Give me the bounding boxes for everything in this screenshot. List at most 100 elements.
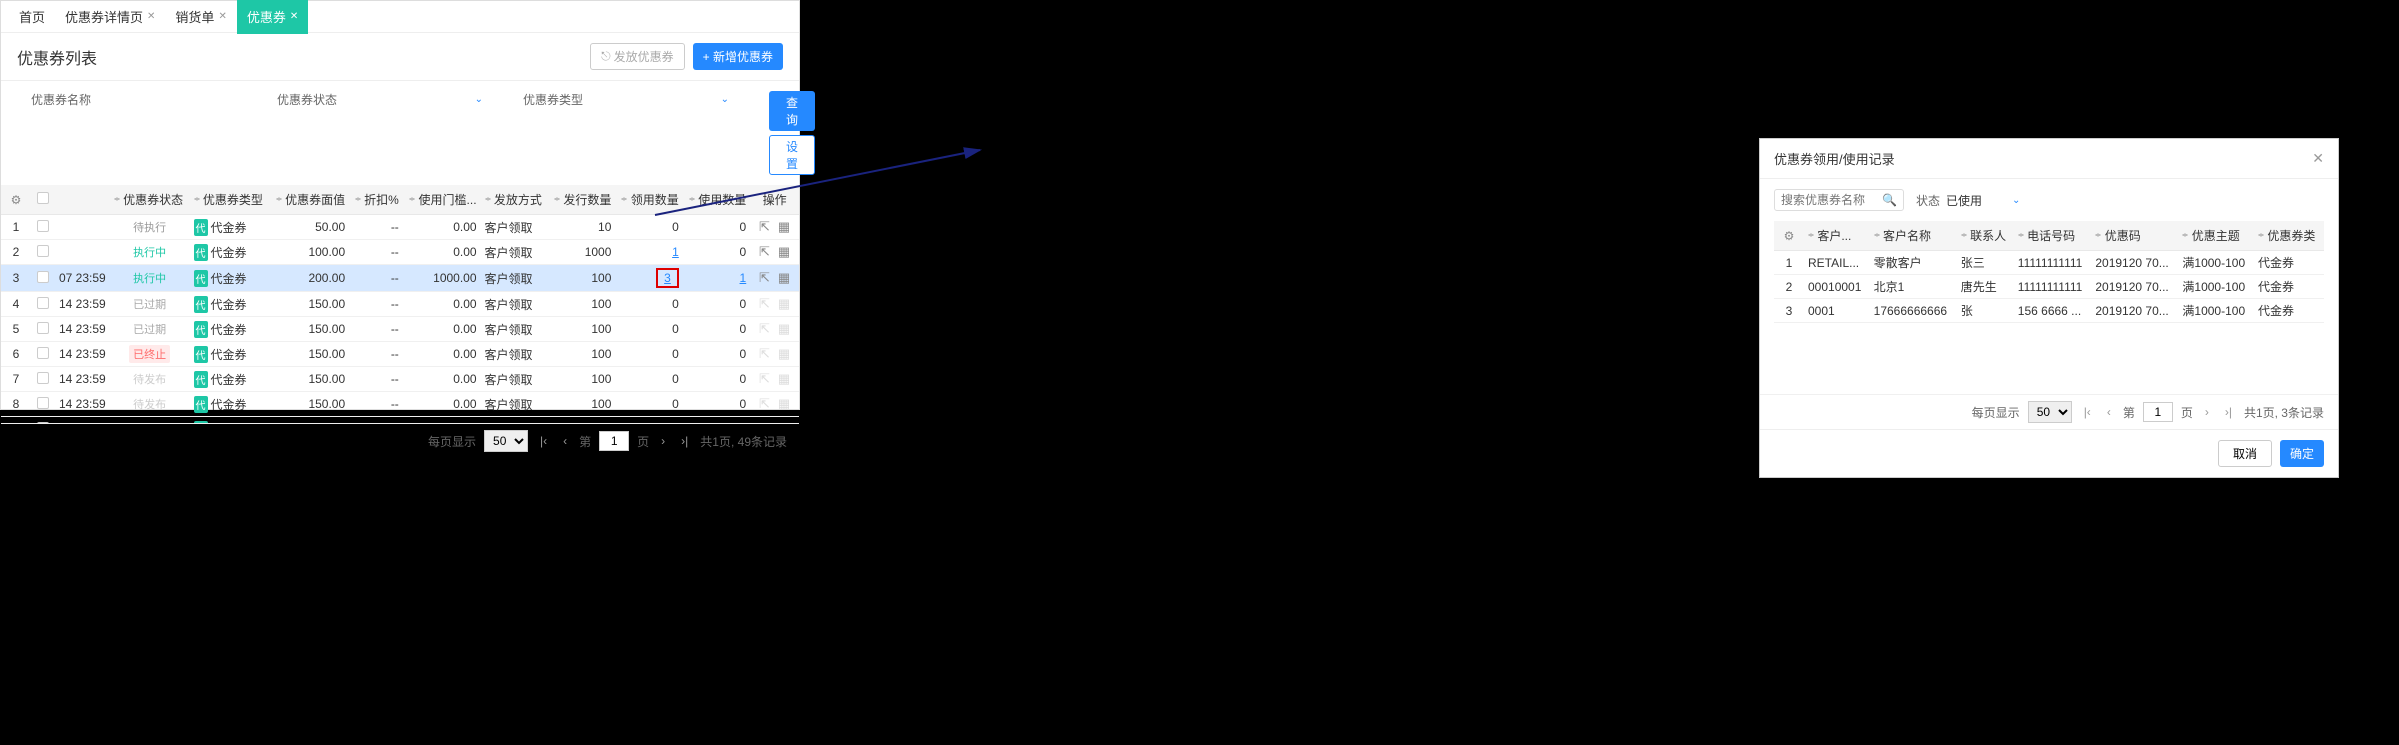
filter-name-label: 优惠券名称 <box>31 91 91 108</box>
prev-page-icon[interactable]: ‹ <box>559 434 571 448</box>
table-row[interactable]: 614 23:59已终止代代金券150.00--0.00客户领取10000⇱▦ <box>1 342 799 367</box>
qr-icon[interactable]: ▦ <box>778 270 790 285</box>
search-icon[interactable]: 🔍 <box>1882 193 1897 207</box>
first-page-icon[interactable]: |‹ <box>536 434 551 448</box>
qr-icon[interactable]: ▦ <box>778 219 790 234</box>
status-badge: 已终止 <box>129 345 170 363</box>
issue-coupon-button[interactable]: ⎋发放优惠券 <box>590 43 685 70</box>
page-input[interactable] <box>599 431 629 451</box>
mcol-code[interactable]: 优惠码 <box>2091 221 2178 251</box>
filter-status-select[interactable]: ⌄ <box>343 94 483 105</box>
last-page-icon[interactable]: ›| <box>677 434 692 448</box>
cancel-button[interactable]: 取消 <box>2218 440 2272 467</box>
modal-title: 优惠券领用/使用记录 <box>1774 149 1895 168</box>
filter-name-input[interactable] <box>97 92 237 107</box>
prev-page-icon[interactable]: ‹ <box>2103 405 2115 419</box>
settings-button[interactable]: 设置 <box>769 135 815 175</box>
filter-type-label: 优惠券类型 <box>523 91 583 108</box>
col-discount[interactable]: 折扣% <box>349 185 403 215</box>
table-row[interactable]: 814 23:59待发布代代金券150.00--0.00客户领取10000⇱▦ <box>1 392 799 417</box>
share-icon[interactable]: ⇱ <box>759 219 770 234</box>
qr-icon: ▦ <box>778 321 790 336</box>
modal-search-box[interactable]: 🔍 <box>1774 189 1904 211</box>
row-checkbox[interactable] <box>37 347 49 359</box>
mcol-phone[interactable]: 电话号码 <box>2014 221 2092 251</box>
filter-status-label: 优惠券状态 <box>277 91 337 108</box>
title-row: 优惠券列表 ⎋发放优惠券 + 新增优惠券 <box>1 33 799 81</box>
modal-state-value[interactable]: 已使用 <box>1946 192 2006 209</box>
checkbox-all[interactable] <box>37 192 49 204</box>
tab-首页[interactable]: 首页 <box>9 0 55 34</box>
modal-page-input[interactable] <box>2143 402 2173 422</box>
tab-销货单[interactable]: 销货单✕ <box>165 0 236 34</box>
status-badge: 待执行 <box>131 218 168 236</box>
table-row[interactable]: 3000117666666666张156 6666 ...2019120 70.… <box>1774 299 2324 323</box>
close-icon[interactable]: ✕ <box>218 11 226 22</box>
chevron-down-icon[interactable]: ⌄ <box>2012 195 2020 206</box>
mcol-type[interactable]: 优惠券类 <box>2254 221 2324 251</box>
row-checkbox[interactable] <box>37 422 49 424</box>
table-row[interactable]: 1待执行代代金券50.00--0.00客户领取1000⇱▦ <box>1 215 799 240</box>
close-icon[interactable]: ✕ <box>2312 150 2324 167</box>
tab-优惠券[interactable]: 优惠券✕ <box>237 0 308 34</box>
col-threshold[interactable]: 使用门槛... <box>403 185 481 215</box>
share-icon[interactable]: ⇱ <box>759 244 770 259</box>
modal-search-input[interactable] <box>1781 193 1878 207</box>
row-checkbox[interactable] <box>37 245 49 257</box>
filter-type-select[interactable]: ⌄ <box>589 94 729 105</box>
modal-per-page-select[interactable]: 50 <box>2028 401 2072 423</box>
table-row[interactable]: 307 23:59执行中代代金券200.00--1000.00客户领取10031… <box>1 265 799 292</box>
row-checkbox[interactable] <box>37 322 49 334</box>
row-checkbox[interactable] <box>37 220 49 232</box>
share-icon[interactable]: ⇱ <box>759 270 770 285</box>
col-type[interactable]: 优惠券类型 <box>190 185 270 215</box>
last-page-icon[interactable]: ›| <box>2221 405 2236 419</box>
col-status[interactable]: 优惠券状态 <box>110 185 190 215</box>
mcol-subject[interactable]: 优惠主题 <box>2178 221 2254 251</box>
ok-button[interactable]: 确定 <box>2280 440 2324 467</box>
add-coupon-button[interactable]: + 新增优惠券 <box>693 43 783 70</box>
qr-icon: ▦ <box>778 421 790 423</box>
col-issue-qty[interactable]: 发行数量 <box>548 185 615 215</box>
qr-icon[interactable]: ▦ <box>778 244 790 259</box>
row-checkbox[interactable] <box>37 372 49 384</box>
col-face-value[interactable]: 优惠券面值 <box>269 185 349 215</box>
use-qty-link[interactable]: 1 <box>740 271 747 285</box>
search-button[interactable]: 查询 <box>769 91 815 131</box>
table-row[interactable]: 514 23:59已过期代代金券150.00--0.00客户领取10000⇱▦ <box>1 317 799 342</box>
type-badge-icon: 代 <box>194 396 208 413</box>
row-checkbox[interactable] <box>37 271 49 283</box>
issue-icon: ⎋ <box>601 49 611 64</box>
col-claim-qty[interactable]: 领用数量 <box>615 185 682 215</box>
coupon-table: ⚙ 优惠券状态 优惠券类型 优惠券面值 折扣% 使用门槛... 发放方式 发行数… <box>1 185 799 423</box>
mcol-contact[interactable]: 联系人 <box>1957 221 2014 251</box>
share-icon: ⇱ <box>759 321 770 336</box>
table-row[interactable]: 414 23:59已过期代代金券150.00--0.00客户领取10000⇱▦ <box>1 292 799 317</box>
mcol-cust-name[interactable]: 客户名称 <box>1870 221 1957 251</box>
claim-qty-link[interactable]: 3 <box>656 268 679 288</box>
col-issue-method[interactable]: 发放方式 <box>481 185 548 215</box>
modal-state-label: 状态 <box>1916 192 1940 209</box>
row-checkbox[interactable] <box>37 297 49 309</box>
next-page-icon[interactable]: › <box>657 434 669 448</box>
claim-qty-link[interactable]: 1 <box>672 245 679 259</box>
col-use-qty[interactable]: 使用数量 <box>683 185 750 215</box>
tab-优惠券详情页[interactable]: 优惠券详情页✕ <box>55 0 165 34</box>
table-row[interactable]: 200010001北京1唐先生111111111112019120 70...满… <box>1774 275 2324 299</box>
close-icon[interactable]: ✕ <box>147 11 155 22</box>
qr-icon: ▦ <box>778 396 790 411</box>
type-badge-icon: 代 <box>194 296 208 313</box>
close-icon[interactable]: ✕ <box>290 11 298 22</box>
gear-icon[interactable]: ⚙ <box>1784 229 1795 243</box>
row-checkbox[interactable] <box>37 397 49 409</box>
next-page-icon[interactable]: › <box>2201 405 2213 419</box>
table-row[interactable]: 1RETAIL...零散客户张三111111111112019120 70...… <box>1774 251 2324 275</box>
col-action: 操作 <box>750 185 799 215</box>
per-page-select[interactable]: 50 <box>484 430 528 452</box>
table-row[interactable]: 2执行中代代金券100.00--0.00客户领取100010⇱▦ <box>1 240 799 265</box>
mcol-cust-no[interactable]: 客户... <box>1804 221 1870 251</box>
pager: 每页显示 50 |‹ ‹ 第 页 › ›| 共1页, 49条记录 <box>1 423 799 458</box>
first-page-icon[interactable]: |‹ <box>2080 405 2095 419</box>
table-row[interactable]: 714 23:59待发布代代金券150.00--0.00客户领取10000⇱▦ <box>1 367 799 392</box>
gear-icon[interactable]: ⚙ <box>11 193 22 207</box>
